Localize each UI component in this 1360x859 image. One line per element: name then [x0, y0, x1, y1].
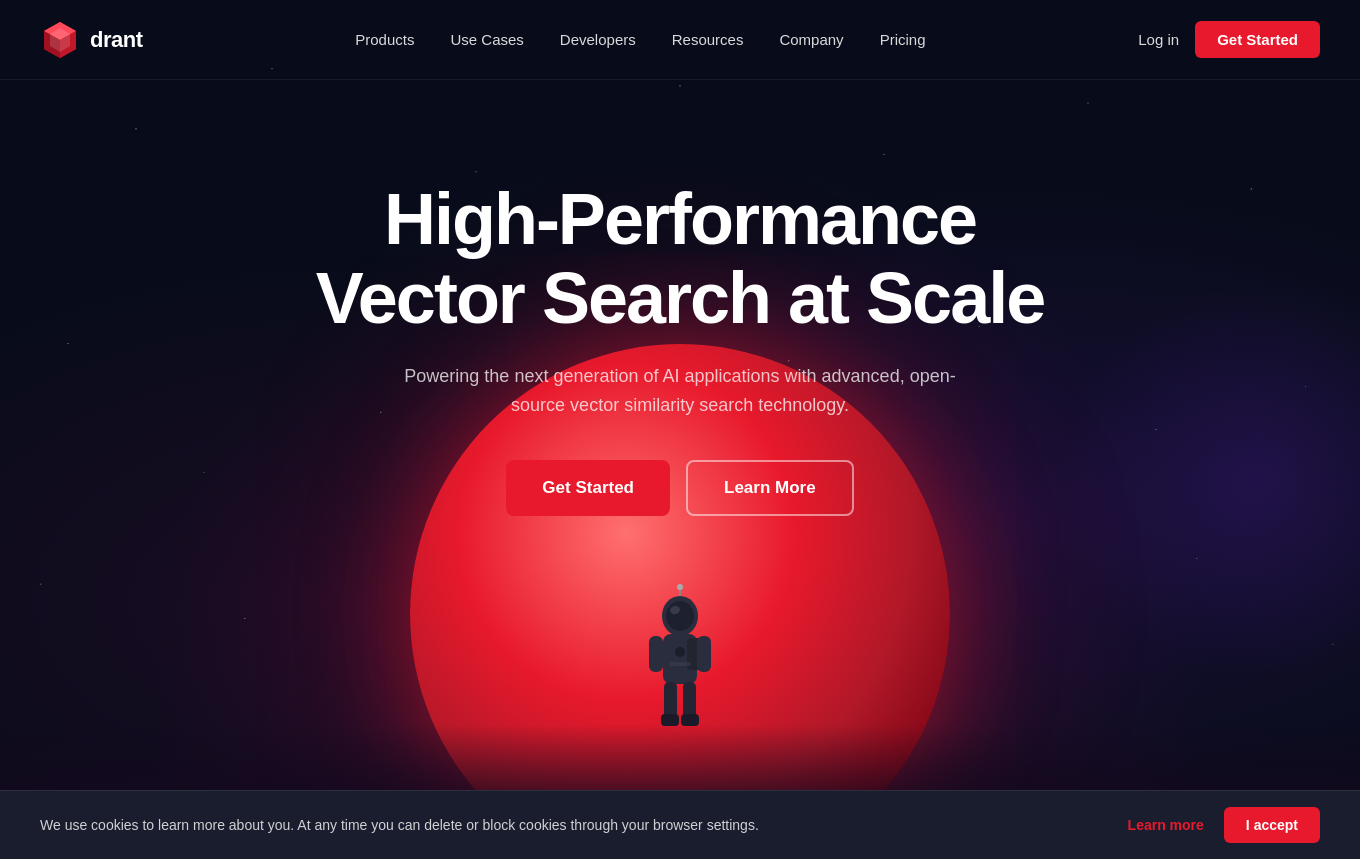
svg-rect-19	[669, 662, 691, 666]
nav-item-resources[interactable]: Resources	[672, 31, 744, 49]
nav-link-pricing[interactable]: Pricing	[880, 31, 926, 48]
navbar: drant Products Use Cases Developers Reso…	[0, 0, 1360, 80]
cookie-actions: Learn more I accept	[1128, 807, 1320, 843]
cookie-banner: We use cookies to learn more about you. …	[0, 790, 1360, 859]
nav-link-company[interactable]: Company	[779, 31, 843, 48]
hero-section: High-Performance Vector Search at Scale …	[0, 80, 1360, 516]
nav-link-products[interactable]: Products	[355, 31, 414, 48]
nav-link-use-cases[interactable]: Use Cases	[450, 31, 523, 48]
hero-title: High-Performance Vector Search at Scale	[280, 180, 1080, 338]
login-link[interactable]: Log in	[1138, 31, 1179, 48]
nav-links: Products Use Cases Developers Resources …	[355, 31, 925, 49]
get-started-hero-button[interactable]: Get Started	[506, 460, 670, 516]
hero-subtitle: Powering the next generation of AI appli…	[390, 362, 970, 420]
main-content: High-Performance Vector Search at Scale …	[0, 80, 1360, 859]
nav-actions: Log in Get Started	[1138, 21, 1320, 58]
cookie-accept-button[interactable]: I accept	[1224, 807, 1320, 843]
svg-point-18	[675, 647, 685, 657]
nav-item-developers[interactable]: Developers	[560, 31, 636, 49]
brand-name: drant	[90, 27, 143, 53]
nav-item-use-cases[interactable]: Use Cases	[450, 31, 523, 49]
logo-link[interactable]: drant	[40, 20, 143, 60]
get-started-nav-button[interactable]: Get Started	[1195, 21, 1320, 58]
nav-link-developers[interactable]: Developers	[560, 31, 636, 48]
nav-item-company[interactable]: Company	[779, 31, 843, 49]
learn-more-hero-button[interactable]: Learn More	[686, 460, 854, 516]
svg-point-8	[666, 601, 694, 631]
nav-link-resources[interactable]: Resources	[672, 31, 744, 48]
nav-item-pricing[interactable]: Pricing	[880, 31, 926, 49]
nav-item-products[interactable]: Products	[355, 31, 414, 49]
cookie-text: We use cookies to learn more about you. …	[40, 817, 1128, 833]
svg-point-6	[677, 584, 683, 590]
svg-rect-12	[649, 636, 663, 672]
hero-buttons: Get Started Learn More	[0, 460, 1360, 516]
astronaut	[635, 584, 725, 744]
cookie-learn-more-link[interactable]: Learn more	[1128, 817, 1204, 833]
logo-icon	[40, 20, 80, 60]
svg-rect-13	[697, 636, 711, 672]
